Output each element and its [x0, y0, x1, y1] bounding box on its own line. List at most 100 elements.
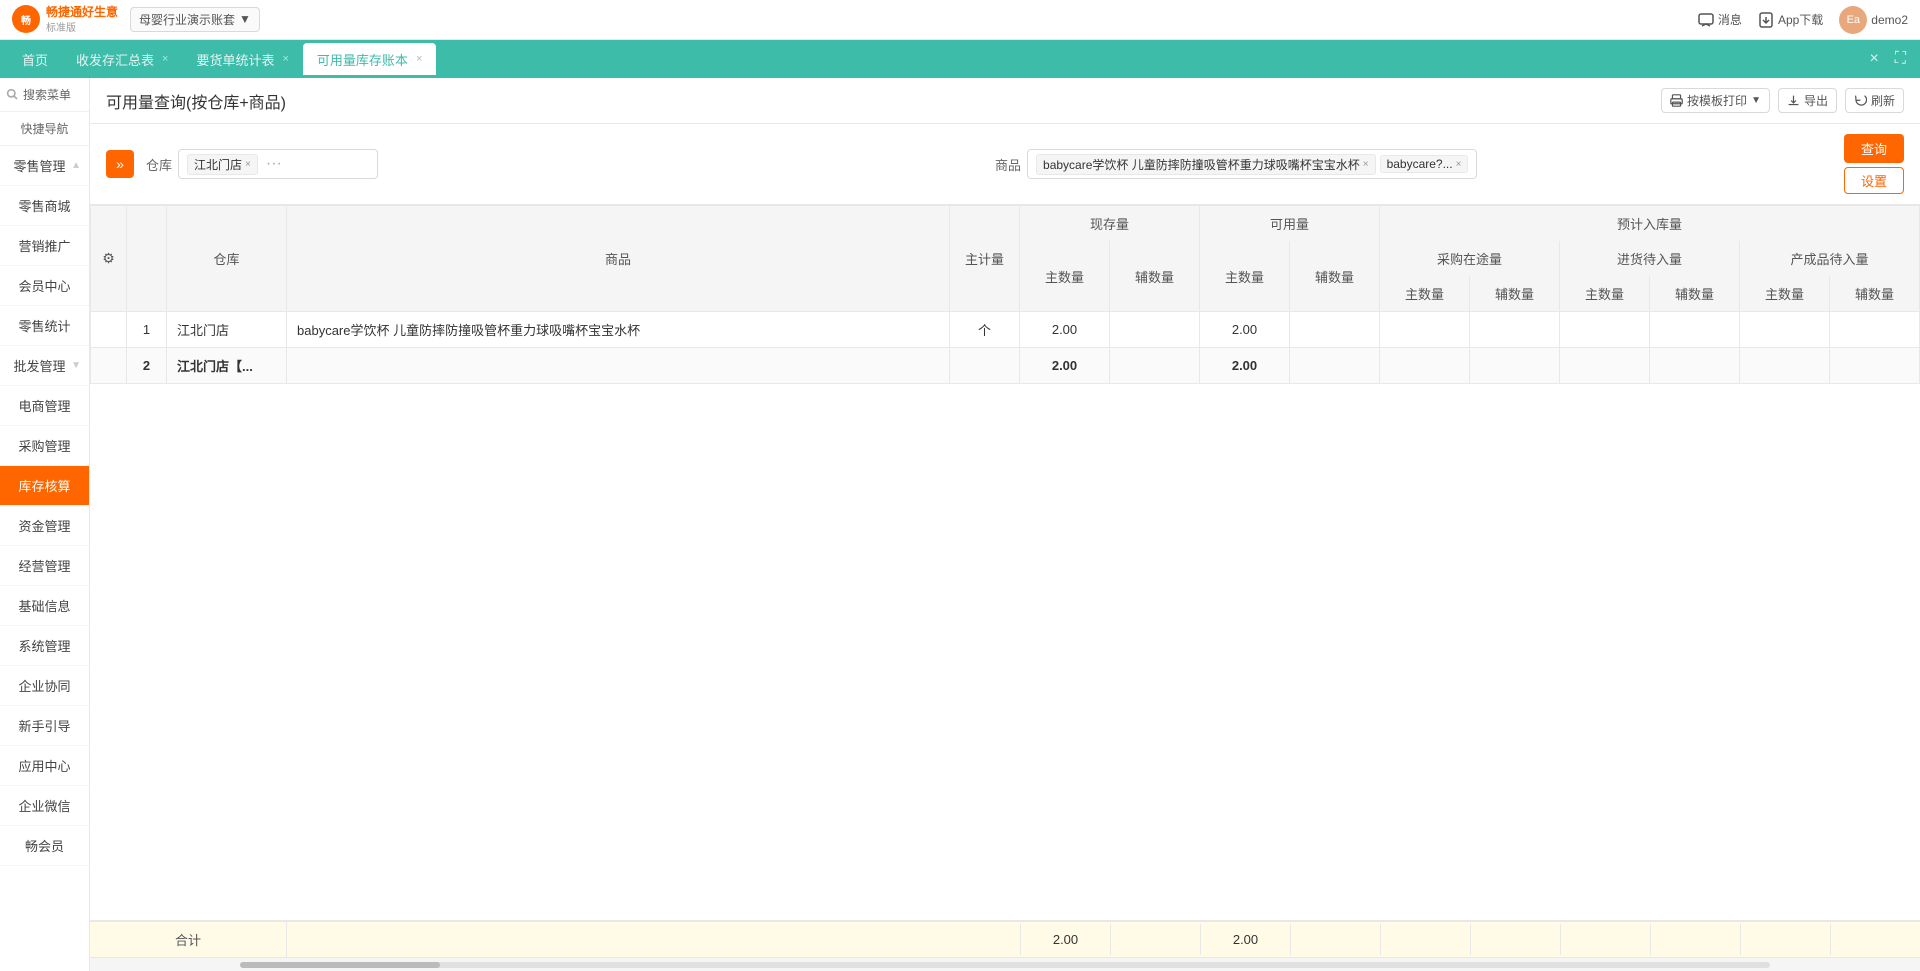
- sidebar-item-zero-stats[interactable]: 零售统计: [0, 306, 89, 346]
- message-btn[interactable]: 消息: [1698, 11, 1742, 28]
- page-title: 可用量查询(按仓库+商品): [106, 89, 286, 123]
- export-label: 导出: [1804, 92, 1828, 109]
- app-download-icon: [1758, 12, 1774, 28]
- top-bar: 畅 畅捷通好生意 标准版 母婴行业演示账套 ▼ 消息 App下载 Ea demo…: [0, 0, 1920, 40]
- sidebar-item-member-center[interactable]: 会员中心: [0, 266, 89, 306]
- close-icon[interactable]: ×: [245, 159, 251, 170]
- row-product-main: [1740, 348, 1830, 384]
- brand-name: 畅捷通好生意: [46, 5, 118, 19]
- row-settings: [91, 348, 127, 384]
- tab-label: 要货单统计表: [196, 50, 274, 69]
- table-footer: 合计 2.00 2.00: [90, 920, 1920, 957]
- row-current-aux: [1110, 348, 1200, 384]
- tab-label: 可用量库存账本: [317, 50, 408, 69]
- table-area: ⚙ 仓库 商品 主计量 现存量: [90, 205, 1920, 920]
- th-warehouse: 仓库: [167, 206, 287, 312]
- tab-label: 收发存汇总表: [76, 50, 154, 69]
- row-current-main: 2.00: [1020, 348, 1110, 384]
- sidebar-item-label: 企业协同: [8, 676, 81, 695]
- user-avatar: Ea: [1839, 6, 1867, 34]
- tenant-selector[interactable]: 母婴行业演示账套 ▼: [130, 7, 260, 32]
- sidebar-item-system-mgmt[interactable]: 系统管理: [0, 626, 89, 666]
- warehouse-filter-input[interactable]: 江北门店 × ···: [178, 149, 378, 179]
- scroll-track[interactable]: [240, 962, 1770, 968]
- sidebar-item-enterprise-collab[interactable]: 企业协同: [0, 666, 89, 706]
- close-icon[interactable]: ×: [416, 53, 422, 65]
- sidebar-item-ecommerce-mgmt[interactable]: 电商管理: [0, 386, 89, 426]
- th-purchase-on-way-group: 采购在途量: [1380, 241, 1560, 276]
- sidebar-item-label: 资金管理: [8, 516, 81, 535]
- expand-icon: »: [116, 156, 124, 172]
- tab-home[interactable]: 首页: [8, 43, 62, 75]
- tab-requisition-stats[interactable]: 要货单统计表 ×: [182, 43, 302, 75]
- th-current-stock-group: 现存量: [1020, 206, 1200, 242]
- sidebar-search[interactable]: 搜索菜单: [0, 78, 89, 112]
- product-tag-label: babycare学饮杯 儿童防摔防撞吸管杯重力球吸嘴杯宝宝水杯: [1043, 156, 1360, 173]
- sidebar-item-new-guide[interactable]: 新手引导: [0, 706, 89, 746]
- close-all-tabs-btn[interactable]: ×: [1863, 48, 1884, 70]
- sidebar-item-zero-retail-mgmt[interactable]: 零售管理 ▲: [0, 146, 89, 186]
- tab-receive-send-summary[interactable]: 收发存汇总表 ×: [62, 43, 182, 75]
- row-current-aux: [1110, 312, 1200, 348]
- scroll-thumb: [240, 962, 440, 968]
- row-available-main: 2.00: [1200, 348, 1290, 384]
- footer-values: 2.00 2.00: [287, 924, 1920, 955]
- refresh-btn[interactable]: 刷新: [1845, 88, 1904, 113]
- warehouse-filter-group: 仓库 江北门店 × ···: [146, 149, 983, 179]
- expand-tabs-btn[interactable]: ⛶: [1889, 48, 1912, 70]
- row-settings: [91, 312, 127, 348]
- sidebar-item-label: 经营管理: [8, 556, 81, 575]
- sidebar-item-app-center[interactable]: 应用中心: [0, 746, 89, 786]
- template-print-btn[interactable]: 按模板打印 ▼: [1661, 88, 1770, 113]
- sidebar-item-enterprise-wechat[interactable]: 企业微信: [0, 786, 89, 826]
- app-body: 搜索菜单 快捷导航 零售管理 ▲ 零售商城 营销推广 会员中心 零售统计 批发管…: [0, 78, 1920, 971]
- user-info[interactable]: Ea demo2: [1839, 6, 1908, 34]
- export-btn[interactable]: 导出: [1778, 88, 1837, 113]
- sidebar-item-label: 营销推广: [8, 236, 81, 255]
- sidebar-quick-nav[interactable]: 快捷导航: [0, 112, 89, 146]
- sidebar-item-vip-member[interactable]: 畅会员: [0, 826, 89, 866]
- nav-tabs: 首页 收发存汇总表 × 要货单统计表 × 可用量库存账本 × × ⛶: [0, 40, 1920, 78]
- close-icon[interactable]: ×: [1456, 159, 1462, 170]
- sidebar-item-zero-retail-mall[interactable]: 零售商城: [0, 186, 89, 226]
- app-download-btn[interactable]: App下载: [1758, 11, 1823, 28]
- product-filter-input[interactable]: babycare学饮杯 儿童防摔防撞吸管杯重力球吸嘴杯宝宝水杯 × babyca…: [1027, 149, 1477, 179]
- filter-expand-btn[interactable]: »: [106, 150, 134, 178]
- row-purchase-aux: [1470, 312, 1560, 348]
- print-icon: [1670, 94, 1683, 107]
- row-product: babycare学饮杯 儿童防摔防撞吸管杯重力球吸嘴杯宝宝水杯: [287, 312, 950, 348]
- settings-icon[interactable]: ⚙: [102, 250, 115, 266]
- product-filter-group: 商品 babycare学饮杯 儿童防摔防撞吸管杯重力球吸嘴杯宝宝水杯 × bab…: [995, 149, 1832, 179]
- sidebar-item-inventory-check[interactable]: 库存核算: [0, 466, 89, 506]
- refresh-label: 刷新: [1871, 92, 1895, 109]
- sidebar: 搜索菜单 快捷导航 零售管理 ▲ 零售商城 营销推广 会员中心 零售统计 批发管…: [0, 78, 90, 971]
- query-btn[interactable]: 查询: [1844, 134, 1904, 163]
- sidebar-item-wholesale-mgmt[interactable]: 批发管理 ▼: [0, 346, 89, 386]
- row-unit: 个: [950, 312, 1020, 348]
- row-purchase-aux: [1470, 348, 1560, 384]
- top-bar-right: 消息 App下载 Ea demo2: [1698, 6, 1908, 34]
- row-available-main: 2.00: [1200, 312, 1290, 348]
- sidebar-item-purchase-mgmt[interactable]: 采购管理: [0, 426, 89, 466]
- top-bar-left: 畅 畅捷通好生意 标准版 母婴行业演示账套 ▼: [12, 5, 260, 34]
- close-icon[interactable]: ×: [1363, 159, 1369, 170]
- settings-btn[interactable]: 设置: [1844, 167, 1904, 194]
- sidebar-item-finance-mgmt[interactable]: 资金管理: [0, 506, 89, 546]
- th-product-main: 主数量: [1740, 276, 1830, 312]
- th-available-aux: 辅数量: [1290, 241, 1380, 312]
- filter-dots: ···: [262, 155, 286, 173]
- close-icon[interactable]: ×: [162, 53, 168, 65]
- th-product: 商品: [287, 206, 950, 312]
- th-inbound-aux: 辅数量: [1650, 276, 1740, 312]
- product-tag-1: babycare学饮杯 儿童防摔防撞吸管杯重力球吸嘴杯宝宝水杯 ×: [1036, 154, 1376, 175]
- sidebar-item-operations-mgmt[interactable]: 经营管理: [0, 546, 89, 586]
- close-icon[interactable]: ×: [282, 53, 288, 65]
- footer-label: 合计: [90, 922, 287, 957]
- th-inbound-pending-group: 进货待入量: [1560, 241, 1740, 276]
- message-icon: [1698, 12, 1714, 28]
- footer-current-main: 2.00: [1020, 924, 1110, 955]
- sidebar-item-marketing[interactable]: 营销推广: [0, 226, 89, 266]
- tab-available-inventory[interactable]: 可用量库存账本 ×: [303, 43, 436, 75]
- sidebar-item-basic-info[interactable]: 基础信息: [0, 586, 89, 626]
- table-row: 2 江北门店【... 2.00 2.00: [91, 348, 1920, 384]
